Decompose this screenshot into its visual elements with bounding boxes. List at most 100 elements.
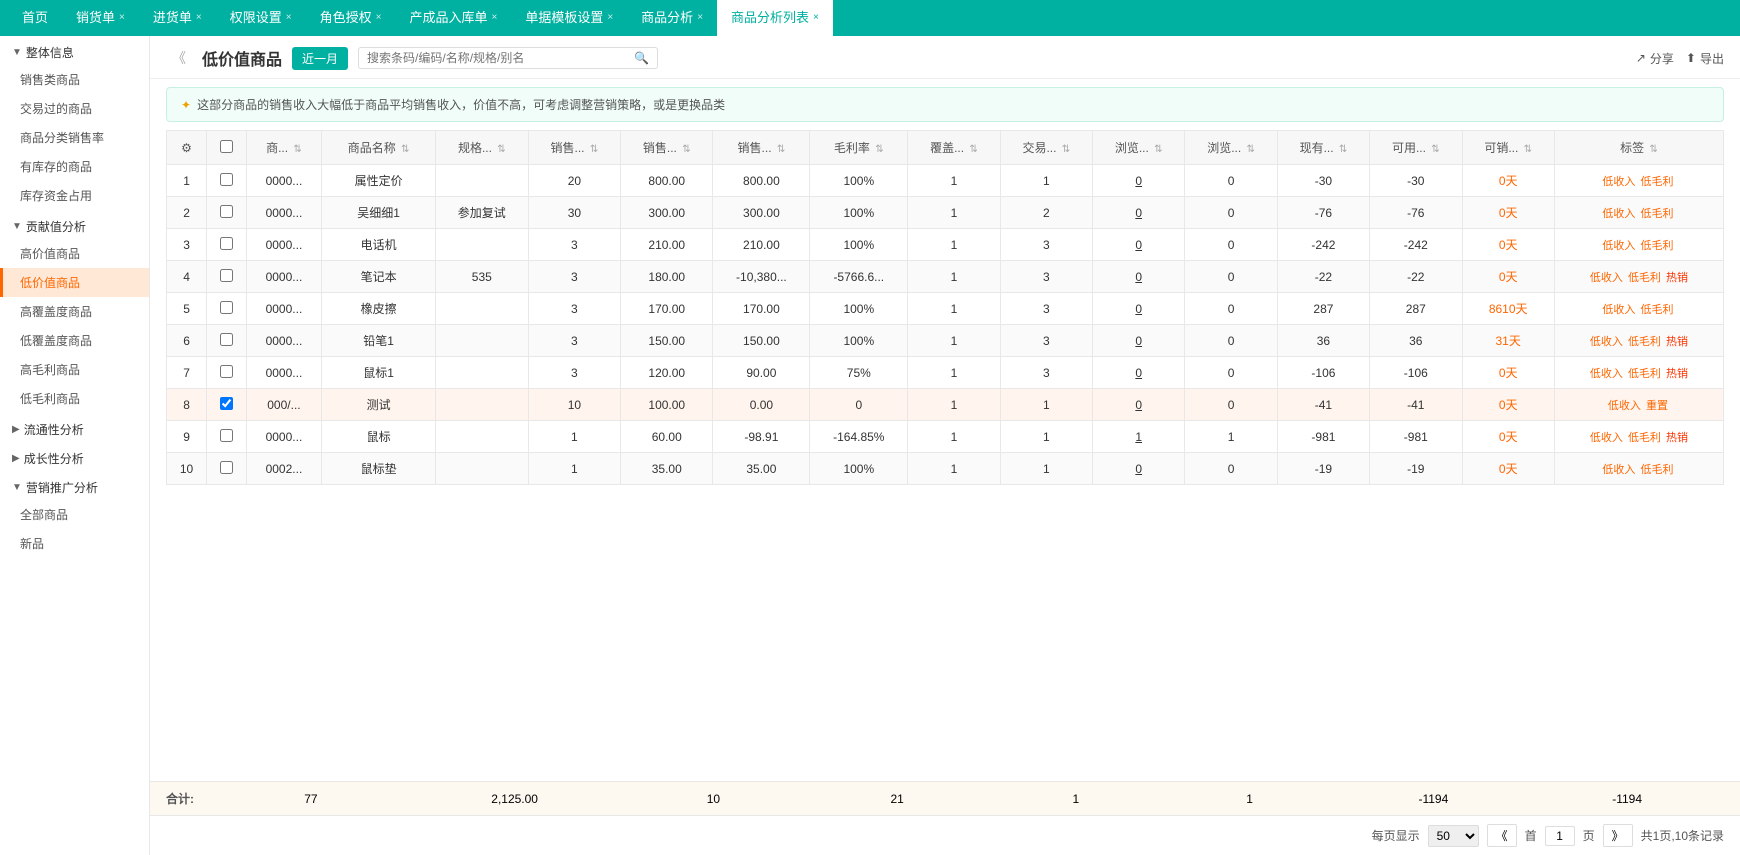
sidebar-item-商品分类销售率[interactable]: 商品分类销售率 (0, 123, 149, 152)
nav-item-单据模板设置[interactable]: 单据模板设置× (511, 0, 627, 36)
col-header-code[interactable]: 商... ⇅ (246, 131, 322, 165)
col-header-views1[interactable]: 浏览... ⇅ (1093, 131, 1185, 165)
cell-checkbox[interactable] (207, 293, 247, 325)
sidebar-item-高价值商品[interactable]: 高价值商品 (0, 239, 149, 268)
row-checkbox[interactable] (220, 205, 233, 218)
first-page-button[interactable]: 《 (1487, 824, 1517, 847)
row-checkbox[interactable] (220, 173, 233, 186)
views-link[interactable]: 0 (1135, 238, 1142, 252)
cell-views1[interactable]: 0 (1093, 453, 1185, 485)
cell-checkbox[interactable] (207, 325, 247, 357)
col-header-available[interactable]: 可用... ⇅ (1370, 131, 1462, 165)
cell-views1[interactable]: 0 (1093, 357, 1185, 389)
cell-checkbox[interactable] (207, 357, 247, 389)
nav-item-进货单[interactable]: 进货单× (139, 0, 216, 36)
row-checkbox[interactable] (220, 429, 233, 442)
filter-recent-month-button[interactable]: 近一月 (292, 47, 348, 70)
search-input[interactable] (367, 51, 630, 65)
sidebar-item-有库存的商品[interactable]: 有库存的商品 (0, 152, 149, 181)
sidebar-item-销售类商品[interactable]: 销售类商品 (0, 65, 149, 94)
cell-views1[interactable]: 0 (1093, 293, 1185, 325)
col-header-current_stock[interactable]: 现有... ⇅ (1277, 131, 1369, 165)
row-checkbox[interactable] (220, 237, 233, 250)
col-header-name[interactable]: 商品名称 ⇅ (322, 131, 436, 165)
row-checkbox[interactable] (220, 461, 233, 474)
nav-close-icon[interactable]: × (376, 0, 382, 36)
nav-close-icon[interactable]: × (607, 0, 613, 36)
sidebar-group-贡献值分析[interactable]: ▼贡献值分析 (0, 210, 149, 239)
col-header-transactions[interactable]: 交易... ⇅ (1000, 131, 1092, 165)
nav-close-icon[interactable]: × (119, 0, 125, 36)
col-header-checkbox[interactable] (207, 131, 247, 165)
col-header-sales_cost[interactable]: 销售... ⇅ (713, 131, 810, 165)
sidebar-item-库存资金占用[interactable]: 库存资金占用 (0, 181, 149, 210)
col-header-views2[interactable]: 浏览... ⇅ (1185, 131, 1277, 165)
nav-close-icon[interactable]: × (196, 0, 202, 36)
views-link[interactable]: 0 (1135, 174, 1142, 188)
next-page-button[interactable]: 》 (1603, 824, 1633, 847)
cell-views1[interactable]: 0 (1093, 389, 1185, 421)
cell-checkbox[interactable] (207, 453, 247, 485)
nav-item-首页[interactable]: 首页 (8, 0, 62, 36)
nav-close-icon[interactable]: × (813, 0, 819, 36)
nav-close-icon[interactable]: × (286, 0, 292, 36)
col-header-tags[interactable]: 标签 ⇅ (1554, 131, 1723, 165)
views-link[interactable]: 0 (1135, 302, 1142, 316)
share-button[interactable]: ↗ 分享 (1636, 50, 1674, 67)
sidebar-group-整体信息[interactable]: ▼整体信息 (0, 36, 149, 65)
per-page-select[interactable]: 50 100 (1428, 825, 1479, 847)
col-header-gross_margin[interactable]: 毛利率 ⇅ (810, 131, 908, 165)
col-header-sales_qty[interactable]: 销售... ⇅ (528, 131, 620, 165)
sidebar-item-高覆盖度商品[interactable]: 高覆盖度商品 (0, 297, 149, 326)
sidebar-item-新品[interactable]: 新品 (0, 529, 149, 558)
search-icon[interactable]: 🔍 (634, 51, 649, 65)
sidebar-group-流通性分析[interactable]: ▶流通性分析 (0, 413, 149, 442)
views-link[interactable]: 0 (1135, 366, 1142, 380)
views-link[interactable]: 0 (1135, 270, 1142, 284)
cell-views1[interactable]: 0 (1093, 197, 1185, 229)
col-header-coverage[interactable]: 覆盖... ⇅ (908, 131, 1000, 165)
nav-item-商品分析列表[interactable]: 商品分析列表× (717, 0, 833, 36)
cell-checkbox[interactable] (207, 389, 247, 421)
views-link[interactable]: 0 (1135, 334, 1142, 348)
cell-checkbox[interactable] (207, 165, 247, 197)
cell-checkbox[interactable] (207, 197, 247, 229)
sidebar-group-营销推广分析[interactable]: ▼营销推广分析 (0, 471, 149, 500)
collapse-button[interactable]: 《 (166, 46, 192, 70)
cell-views1[interactable]: 1 (1093, 421, 1185, 453)
nav-item-权限设置[interactable]: 权限设置× (216, 0, 306, 36)
row-checkbox[interactable] (220, 365, 233, 378)
cell-views1[interactable]: 0 (1093, 325, 1185, 357)
row-checkbox[interactable] (220, 301, 233, 314)
views-link[interactable]: 1 (1135, 430, 1142, 444)
cell-checkbox[interactable] (207, 229, 247, 261)
page-number-input[interactable] (1545, 826, 1575, 846)
cell-views1[interactable]: 0 (1093, 165, 1185, 197)
views-link[interactable]: 0 (1135, 462, 1142, 476)
row-checkbox[interactable] (220, 333, 233, 346)
sidebar-item-低覆盖度商品[interactable]: 低覆盖度商品 (0, 326, 149, 355)
cell-checkbox[interactable] (207, 421, 247, 453)
views-link[interactable]: 0 (1135, 206, 1142, 220)
cell-views1[interactable]: 0 (1093, 229, 1185, 261)
nav-item-产成品入库单[interactable]: 产成品入库单× (395, 0, 511, 36)
views-link[interactable]: 0 (1135, 398, 1142, 412)
col-header-sales_amount[interactable]: 销售... ⇅ (621, 131, 713, 165)
row-checkbox[interactable] (220, 397, 233, 410)
col-header-spec[interactable]: 规格... ⇅ (435, 131, 528, 165)
select-all-checkbox[interactable] (220, 140, 233, 153)
cell-views1[interactable]: 0 (1093, 261, 1185, 293)
row-checkbox[interactable] (220, 269, 233, 282)
cell-checkbox[interactable] (207, 261, 247, 293)
nav-close-icon[interactable]: × (491, 0, 497, 36)
nav-item-销货单[interactable]: 销货单× (62, 0, 139, 36)
sidebar-item-高毛利商品[interactable]: 高毛利商品 (0, 355, 149, 384)
sidebar-item-低毛利商品[interactable]: 低毛利商品 (0, 384, 149, 413)
sidebar-item-全部商品[interactable]: 全部商品 (0, 500, 149, 529)
nav-item-角色授权[interactable]: 角色授权× (306, 0, 396, 36)
nav-item-商品分析[interactable]: 商品分析× (627, 0, 717, 36)
nav-close-icon[interactable]: × (697, 0, 703, 36)
sidebar-item-低价值商品[interactable]: 低价值商品 (0, 268, 149, 297)
sidebar-item-交易过的商品[interactable]: 交易过的商品 (0, 94, 149, 123)
export-button[interactable]: ⬆ 导出 (1686, 50, 1724, 67)
